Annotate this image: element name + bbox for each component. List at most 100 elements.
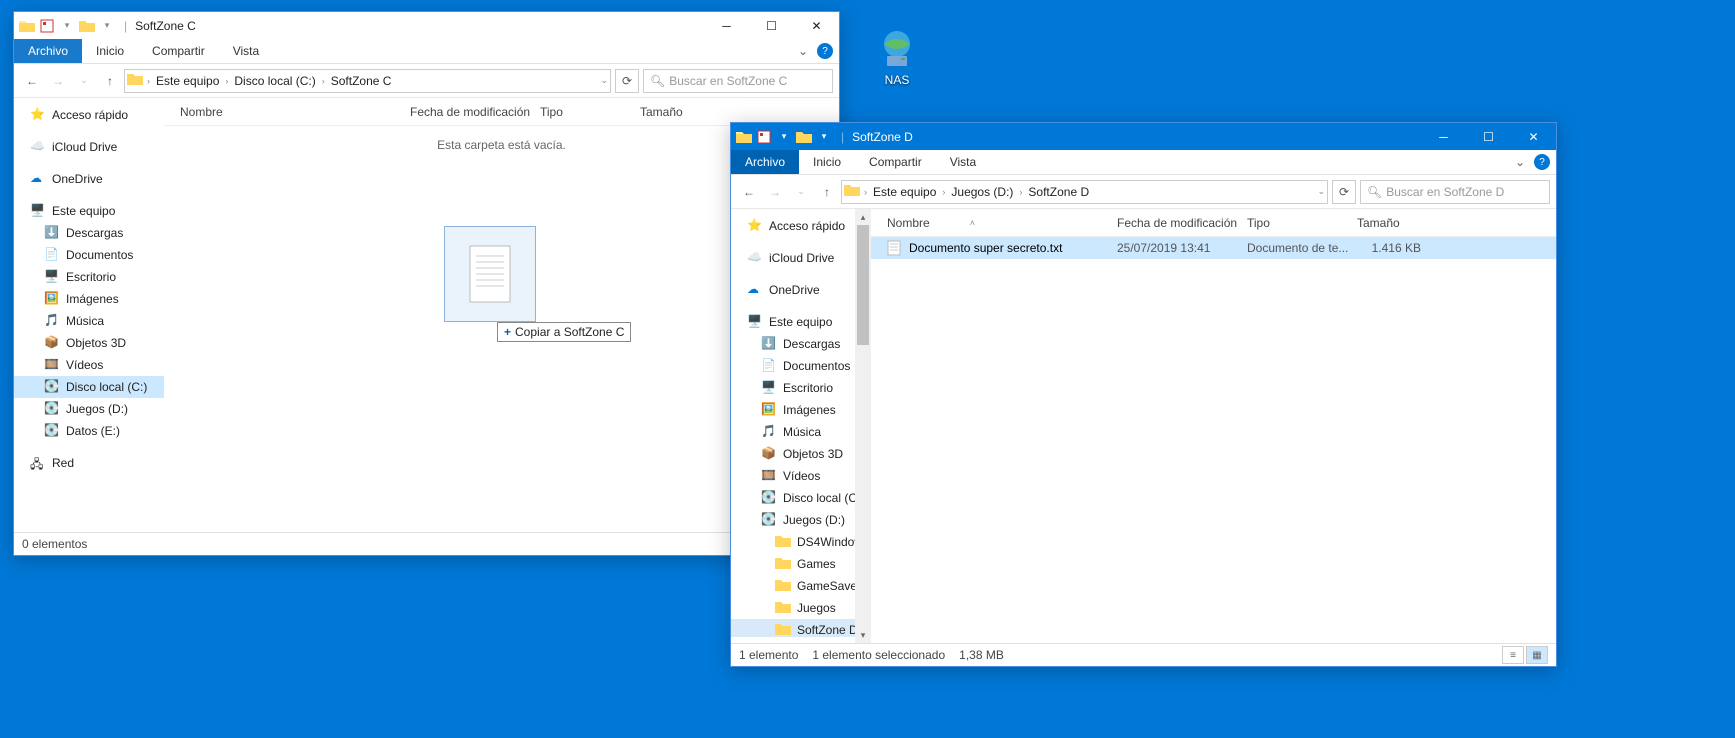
content-pane[interactable]: Nombre˄ Fecha de modificación Tipo Tamañ… — [871, 209, 1556, 643]
col-modified[interactable]: Fecha de modificación — [1109, 216, 1239, 230]
breadcrumb[interactable]: Disco local (C:) — [230, 74, 319, 88]
sidebar-item-disk-c[interactable]: 💽Disco local (C:) — [14, 376, 164, 398]
col-size[interactable]: Tamaño — [632, 105, 712, 119]
address-bar[interactable]: › Este equipo › Disco local (C:) › SoftZ… — [124, 69, 611, 93]
sidebar-item-network[interactable]: 🖧Red — [14, 452, 164, 474]
search-input[interactable] — [1386, 185, 1543, 199]
address-dropdown-icon[interactable]: ⌄ — [1317, 186, 1325, 197]
qat-dropdown-icon[interactable]: ▾ — [815, 128, 833, 146]
title-bar[interactable]: ▾ ▾ | SoftZone D ─ ☐ ✕ — [731, 123, 1556, 150]
file-row[interactable]: Documento super secreto.txt 25/07/2019 1… — [871, 237, 1556, 259]
help-icon[interactable]: ? — [1534, 154, 1550, 170]
chevron-right-icon[interactable]: › — [147, 76, 150, 86]
col-type[interactable]: Tipo — [532, 105, 632, 119]
sidebar-item-desktop[interactable]: 🖥️Escritorio — [14, 266, 164, 288]
sidebar-scrollbar[interactable]: ▴ ▾ — [855, 209, 871, 643]
maximize-button[interactable]: ☐ — [1466, 123, 1511, 150]
sidebar-item-folder[interactable]: GameSave Man — [731, 575, 871, 597]
qat-dropdown-icon[interactable]: ▾ — [775, 128, 793, 146]
sidebar-item-this-pc[interactable]: 🖥️Este equipo — [14, 200, 164, 222]
address-dropdown-icon[interactable]: ⌄ — [600, 75, 608, 86]
tab-file[interactable]: Archivo — [731, 150, 799, 174]
search-box[interactable]: 🔍︎ — [1360, 180, 1550, 204]
chevron-right-icon[interactable]: › — [225, 76, 228, 86]
search-input[interactable] — [669, 74, 826, 88]
file-list[interactable]: Documento super secreto.txt 25/07/2019 1… — [871, 237, 1556, 643]
sidebar-item-music[interactable]: 🎵Música — [14, 310, 164, 332]
sidebar-item-3d-objects[interactable]: 📦Objetos 3D — [14, 332, 164, 354]
up-button[interactable]: ↑ — [815, 180, 839, 204]
sidebar-item-pictures[interactable]: 🖼️Imágenes — [14, 288, 164, 310]
sidebar-item-3d-objects[interactable]: 📦Objetos 3D — [731, 443, 871, 465]
breadcrumb[interactable]: Este equipo — [869, 185, 940, 199]
col-modified[interactable]: Fecha de modificación — [402, 105, 532, 119]
breadcrumb[interactable]: Juegos (D:) — [947, 185, 1017, 199]
qat-dropdown-icon[interactable]: ▾ — [58, 17, 76, 35]
sidebar-item-disk-c[interactable]: 💽Disco local (C:) — [731, 487, 871, 509]
tab-share[interactable]: Compartir — [138, 39, 219, 63]
recent-dropdown[interactable]: ⌄ — [789, 180, 813, 204]
sidebar-item-folder[interactable]: SoftZone D — [731, 619, 871, 637]
sidebar-item-downloads[interactable]: ⬇️Descargas — [731, 333, 871, 355]
refresh-button[interactable]: ⟳ — [615, 69, 639, 93]
properties-icon[interactable] — [755, 128, 773, 146]
sidebar-item-this-pc[interactable]: 🖥️Este equipo — [731, 311, 871, 333]
maximize-button[interactable]: ☐ — [749, 12, 794, 39]
sidebar-item-videos[interactable]: 🎞️Vídeos — [731, 465, 871, 487]
sidebar-item-icloud[interactable]: ☁️iCloud Drive — [14, 136, 164, 158]
tab-home[interactable]: Inicio — [799, 150, 855, 174]
scroll-up-icon[interactable]: ▴ — [855, 209, 871, 225]
tab-file[interactable]: Archivo — [14, 39, 82, 63]
sidebar-item-documents[interactable]: 📄Documentos — [14, 244, 164, 266]
sidebar-item-disk-e[interactable]: 💽Datos (E:) — [14, 420, 164, 442]
minimize-button[interactable]: ─ — [704, 12, 749, 39]
qat-dropdown-icon[interactable]: ▾ — [98, 17, 116, 35]
scroll-down-icon[interactable]: ▾ — [855, 627, 871, 643]
sidebar-item-onedrive[interactable]: ☁OneDrive — [731, 279, 871, 301]
properties-icon[interactable] — [38, 17, 56, 35]
up-button[interactable]: ↑ — [98, 69, 122, 93]
new-folder-icon[interactable] — [78, 17, 96, 35]
expand-ribbon-icon[interactable]: ⌄ — [795, 43, 811, 59]
close-button[interactable]: ✕ — [1511, 123, 1556, 150]
sidebar-item-disk-d[interactable]: 💽Juegos (D:) — [14, 398, 164, 420]
sidebar-item-documents[interactable]: 📄Documentos — [731, 355, 871, 377]
desktop-icon-nas[interactable]: NAS — [862, 28, 932, 87]
expand-ribbon-icon[interactable]: ⌄ — [1512, 154, 1528, 170]
col-name[interactable]: Nombre˄ — [879, 216, 1109, 230]
chevron-right-icon[interactable]: › — [942, 187, 945, 197]
back-button[interactable]: ← — [737, 180, 761, 204]
sidebar-item-quick-access[interactable]: ⭐Acceso rápido — [14, 104, 164, 126]
sidebar-item-videos[interactable]: 🎞️Vídeos — [14, 354, 164, 376]
forward-button[interactable]: → — [46, 69, 70, 93]
col-type[interactable]: Tipo — [1239, 216, 1349, 230]
breadcrumb[interactable]: SoftZone D — [1024, 185, 1093, 199]
scroll-thumb[interactable] — [857, 225, 869, 345]
col-name[interactable]: Nombre — [172, 105, 402, 119]
view-details-button[interactable]: ≡ — [1502, 646, 1524, 664]
sidebar-item-pictures[interactable]: 🖼️Imágenes — [731, 399, 871, 421]
sidebar-item-desktop[interactable]: 🖥️Escritorio — [731, 377, 871, 399]
sidebar-item-onedrive[interactable]: ☁OneDrive — [14, 168, 164, 190]
chevron-right-icon[interactable]: › — [1019, 187, 1022, 197]
address-bar[interactable]: › Este equipo › Juegos (D:) › SoftZone D… — [841, 180, 1328, 204]
breadcrumb[interactable]: SoftZone C — [327, 74, 396, 88]
sidebar-item-icloud[interactable]: ☁️iCloud Drive — [731, 247, 871, 269]
tab-home[interactable]: Inicio — [82, 39, 138, 63]
chevron-right-icon[interactable]: › — [322, 76, 325, 86]
search-box[interactable]: 🔍︎ — [643, 69, 833, 93]
sidebar-item-music[interactable]: 🎵Música — [731, 421, 871, 443]
tab-view[interactable]: Vista — [936, 150, 990, 174]
recent-dropdown[interactable]: ⌄ — [72, 69, 96, 93]
refresh-button[interactable]: ⟳ — [1332, 180, 1356, 204]
forward-button[interactable]: → — [763, 180, 787, 204]
breadcrumb[interactable]: Este equipo — [152, 74, 223, 88]
close-button[interactable]: ✕ — [794, 12, 839, 39]
sidebar-item-folder[interactable]: DS4Windows — [731, 531, 871, 553]
tab-view[interactable]: Vista — [219, 39, 273, 63]
title-bar[interactable]: ▾ ▾ | SoftZone C ─ ☐ ✕ — [14, 12, 839, 39]
view-icons-button[interactable]: ▦ — [1526, 646, 1548, 664]
new-folder-icon[interactable] — [795, 128, 813, 146]
sidebar-item-disk-d[interactable]: 💽Juegos (D:) — [731, 509, 871, 531]
sidebar-item-folder[interactable]: Games — [731, 553, 871, 575]
